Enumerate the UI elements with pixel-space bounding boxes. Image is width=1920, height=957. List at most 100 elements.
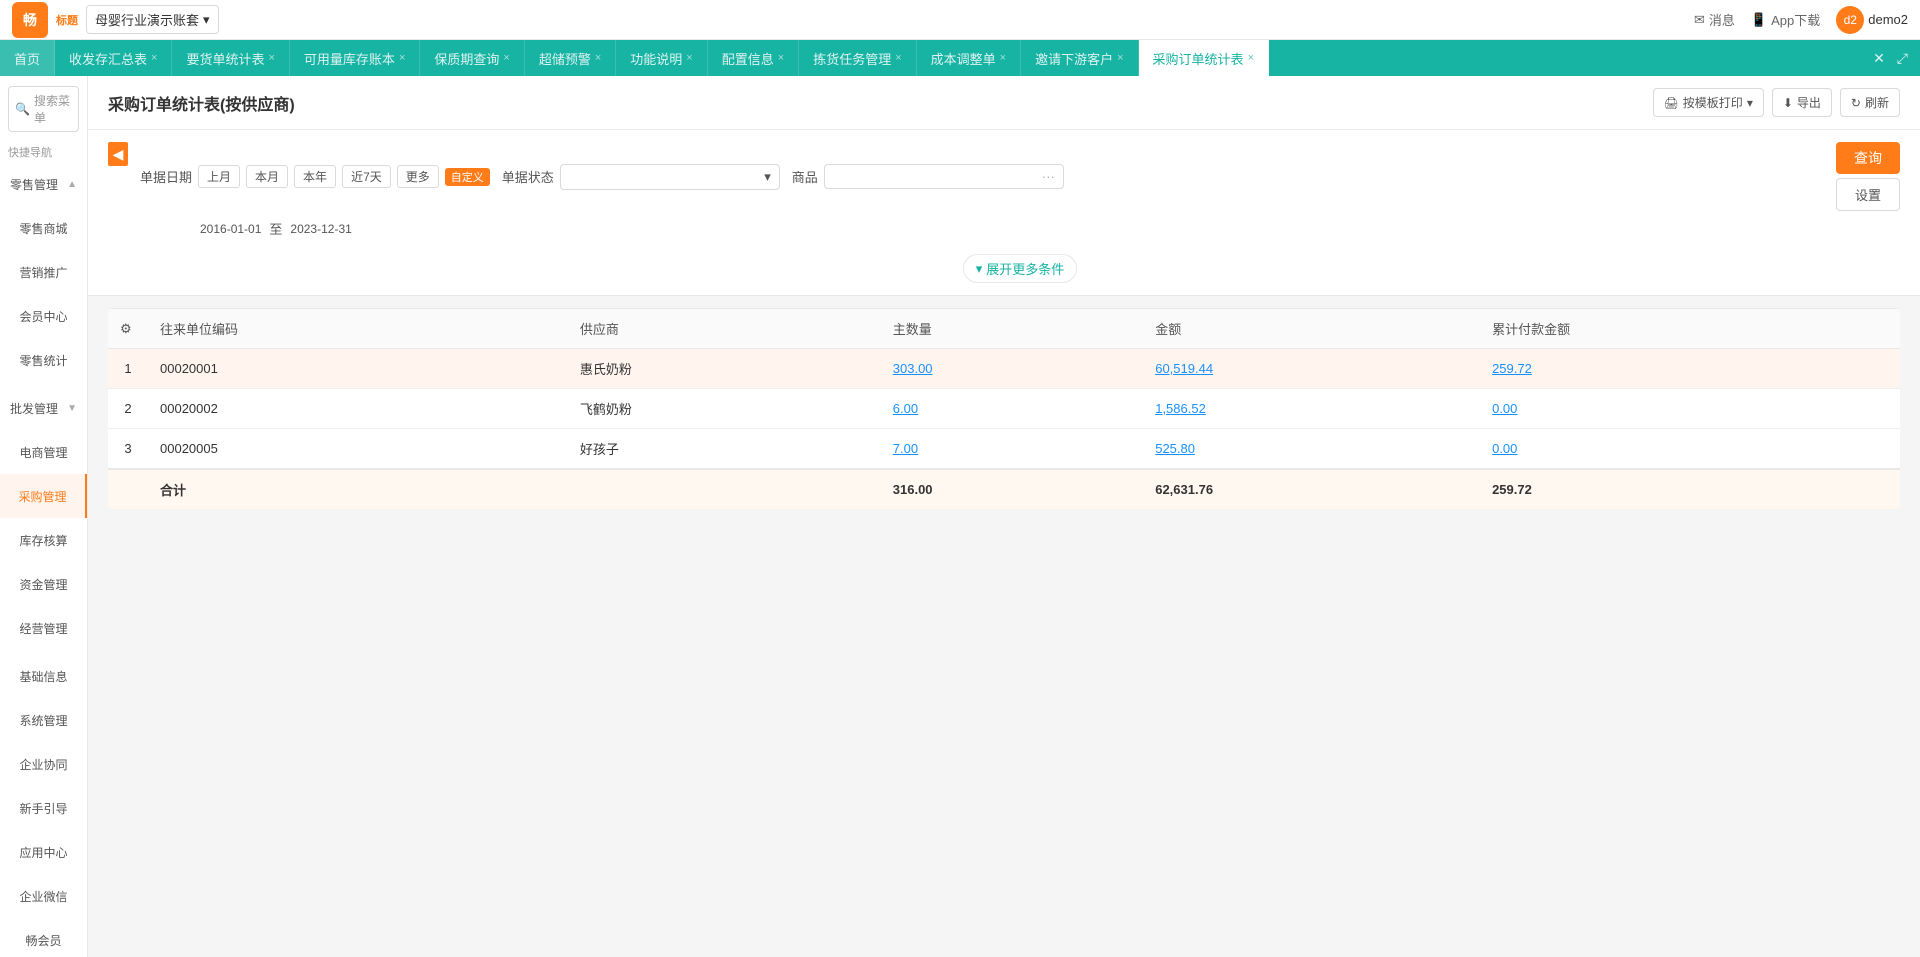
- sidebar-item-purchase[interactable]: 采购管理: [0, 474, 87, 518]
- product-select[interactable]: ···: [824, 164, 1064, 189]
- sidebar-item-marketing[interactable]: 营销推广: [0, 250, 87, 294]
- row-qty[interactable]: 303.00: [881, 349, 1143, 389]
- query-btn[interactable]: 查询: [1836, 142, 1900, 174]
- refresh-btn[interactable]: ↻ 刷新: [1840, 88, 1900, 117]
- tab-close-icon[interactable]: ×: [1117, 52, 1123, 64]
- sidebar-item-basic[interactable]: 基础信息: [0, 654, 87, 698]
- sum-empty: [108, 469, 148, 510]
- sidebar-item-retail-stats-label: 零售统计: [19, 352, 67, 369]
- tab-close-icon[interactable]: ×: [399, 52, 405, 64]
- sidebar-item-ops[interactable]: 经营管理: [0, 606, 87, 650]
- chevron-down-icon: ▾: [976, 261, 983, 277]
- search-menu-btn[interactable]: 🔍 搜索菜单: [8, 86, 79, 132]
- sum-amount: 62,631.76: [1143, 469, 1480, 510]
- filter-toggle-btn[interactable]: ◀: [108, 142, 128, 166]
- row-code: 00020001: [148, 349, 568, 389]
- tab-close-icon[interactable]: ×: [895, 52, 901, 64]
- refresh-label: 刷新: [1865, 94, 1889, 111]
- tab-order-stats[interactable]: 要货单统计表 ×: [172, 40, 289, 76]
- sidebar-item-inventory[interactable]: 库存核算: [0, 518, 87, 562]
- tab-func-desc[interactable]: 功能说明 ×: [616, 40, 707, 76]
- user-profile[interactable]: d2 demo2: [1836, 6, 1908, 34]
- sidebar-item-newbie-label: 新手引导: [19, 800, 67, 817]
- sidebar-item-retail-store[interactable]: 零售商城: [0, 206, 87, 250]
- tab-invite-downstream[interactable]: 邀请下游客户 ×: [1021, 40, 1138, 76]
- date-btn-more[interactable]: 更多: [397, 165, 439, 188]
- page-header-actions: 🖨 按模板打印 ▾ ⬇ 导出 ↻ 刷新: [1653, 88, 1900, 129]
- row-paid[interactable]: 0.00: [1480, 429, 1900, 470]
- export-btn[interactable]: ⬇ 导出: [1772, 88, 1832, 117]
- sum-qty: 316.00: [881, 469, 1143, 510]
- sidebar-item-member[interactable]: 会员中心: [0, 294, 87, 338]
- top-bar: 畅 标题 母婴行业演示账套 ▾ ✉ 消息 📱 App下载 d2 demo2: [0, 0, 1920, 40]
- sidebar-item-appstore[interactable]: 应用中心: [0, 830, 87, 874]
- tab-inventory-book[interactable]: 可用量库存账本 ×: [290, 40, 420, 76]
- app-download-label: App下载: [1771, 10, 1820, 29]
- row-code: 00020002: [148, 389, 568, 429]
- page-title: 采购订单统计表(按供应商): [108, 91, 295, 127]
- sidebar-item-ecom[interactable]: 电商管理: [0, 430, 87, 474]
- tab-collect-summary[interactable]: 收发存汇总表 ×: [55, 40, 172, 76]
- tab-pick-task[interactable]: 拣货任务管理 ×: [799, 40, 916, 76]
- row-code: 00020005: [148, 429, 568, 470]
- search-icon: 🔍: [15, 102, 30, 116]
- messages-label: 消息: [1709, 10, 1735, 29]
- date-btn-last-month[interactable]: 上月: [198, 165, 240, 188]
- tab-close-icon[interactable]: ×: [503, 52, 509, 64]
- more-icon: ···: [1042, 169, 1055, 184]
- sidebar-item-finance[interactable]: 资金管理: [0, 562, 87, 606]
- row-paid[interactable]: 259.72: [1480, 349, 1900, 389]
- table-row: 2 00020002 飞鹤奶粉 6.00 1,586.52 0.00: [108, 389, 1900, 429]
- status-select[interactable]: ▾: [560, 164, 780, 190]
- tab-close-icon[interactable]: ×: [778, 52, 784, 64]
- close-all-tabs-btn[interactable]: ✕: [1869, 48, 1889, 69]
- tab-config[interactable]: 配置信息 ×: [708, 40, 799, 76]
- col-settings-icon[interactable]: ⚙: [108, 309, 148, 349]
- row-amount[interactable]: 525.80: [1143, 429, 1480, 470]
- row-supplier: 好孩子: [568, 429, 881, 470]
- sidebar-item-wechat[interactable]: 企业微信: [0, 874, 87, 918]
- tab-home[interactable]: 首页: [0, 40, 55, 76]
- row-paid[interactable]: 0.00: [1480, 389, 1900, 429]
- tab-cost-adjust[interactable]: 成本调整单 ×: [917, 40, 1021, 76]
- custom-date-tag[interactable]: 自定义: [445, 168, 490, 186]
- nav-tabs-end: ✕ ⤢: [1861, 48, 1920, 69]
- tab-label: 收发存汇总表: [69, 49, 147, 68]
- messages-btn[interactable]: ✉ 消息: [1694, 10, 1735, 29]
- row-amount[interactable]: 1,586.52: [1143, 389, 1480, 429]
- row-qty[interactable]: 7.00: [881, 429, 1143, 470]
- date-btn-7days[interactable]: 近7天: [342, 165, 391, 188]
- tab-close-icon[interactable]: ×: [686, 52, 692, 64]
- tab-close-icon[interactable]: ×: [151, 52, 157, 64]
- workspace-selector[interactable]: 母婴行业演示账套 ▾: [86, 5, 219, 34]
- tab-overstock[interactable]: 超储预警 ×: [525, 40, 616, 76]
- row-no: 1: [108, 349, 148, 389]
- download-icon: 📱: [1751, 12, 1767, 28]
- tab-expiry-query[interactable]: 保质期查询 ×: [420, 40, 524, 76]
- sidebar-item-enterprise[interactable]: 企业协同: [0, 742, 87, 786]
- template-print-btn[interactable]: 🖨 按模板打印 ▾: [1653, 88, 1764, 117]
- tab-close-icon[interactable]: ×: [595, 52, 601, 64]
- sidebar-item-wholesale[interactable]: 批发管理 ▼: [0, 386, 87, 430]
- sidebar-item-retail-stats[interactable]: 零售统计: [0, 338, 87, 382]
- sidebar-item-retail[interactable]: 零售管理 ▲: [0, 162, 87, 206]
- tab-close-icon[interactable]: ×: [1248, 52, 1254, 64]
- tab-close-icon[interactable]: ×: [1000, 52, 1006, 64]
- row-amount[interactable]: 60,519.44: [1143, 349, 1480, 389]
- brand-label: 标题: [56, 12, 78, 28]
- maximize-btn[interactable]: ⤢: [1893, 48, 1912, 69]
- date-btn-this-month[interactable]: 本月: [246, 165, 288, 188]
- sidebar-item-vip[interactable]: 畅会员: [0, 918, 87, 957]
- tab-purchase-summary[interactable]: 采购订单统计表 ×: [1139, 40, 1269, 76]
- main-layout: 🔍 搜索菜单 快捷导航 零售管理 ▲ 零售商城 营销推广 会员中心 零售统计 批…: [0, 76, 1920, 957]
- expand-more-btn[interactable]: ▾ 展开更多条件: [963, 254, 1078, 283]
- sidebar-item-system[interactable]: 系统管理: [0, 698, 87, 742]
- tab-label: 功能说明: [630, 49, 682, 68]
- app-download-btn[interactable]: 📱 App下载: [1751, 10, 1820, 29]
- sidebar-item-newbie[interactable]: 新手引导: [0, 786, 87, 830]
- tab-close-icon[interactable]: ×: [268, 52, 274, 64]
- row-qty[interactable]: 6.00: [881, 389, 1143, 429]
- tab-label: 超储预警: [539, 49, 591, 68]
- date-btn-this-year[interactable]: 本年: [294, 165, 336, 188]
- settings-btn[interactable]: 设置: [1836, 178, 1900, 211]
